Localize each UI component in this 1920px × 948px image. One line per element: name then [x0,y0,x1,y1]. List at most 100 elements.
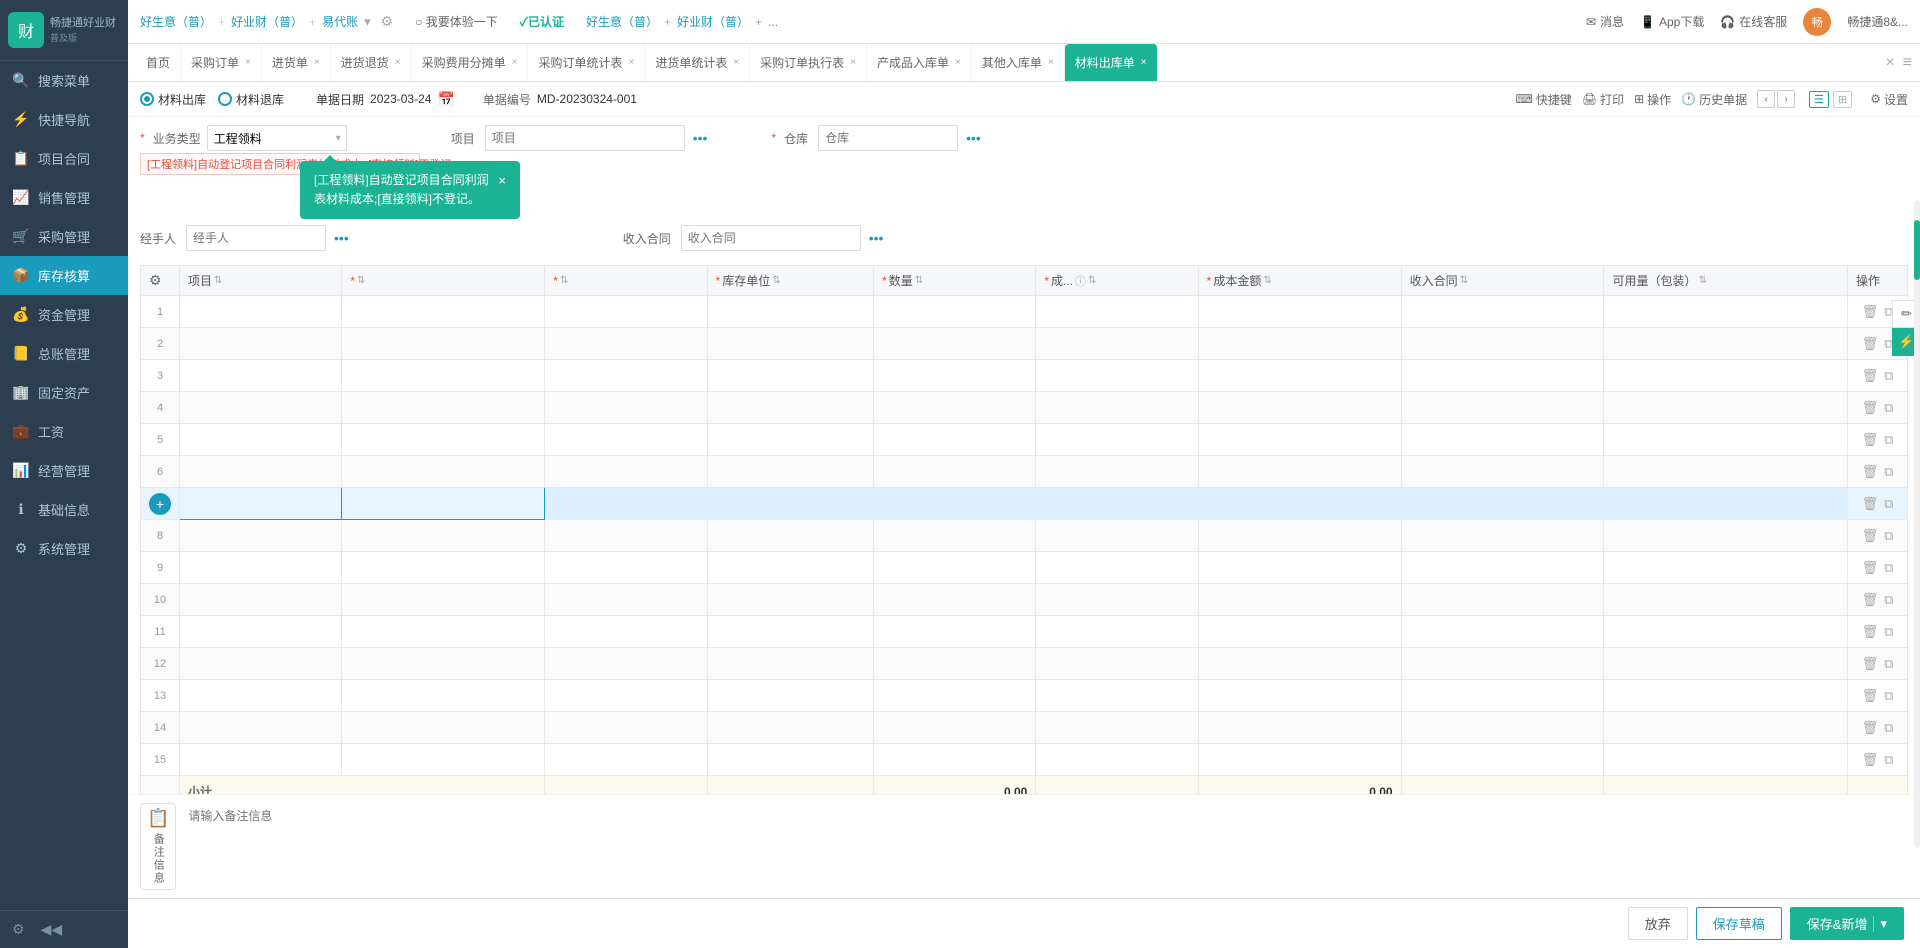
tooltip-close-btn[interactable]: × [498,171,506,192]
sidebar-item-inventory[interactable]: 📦 库存核算 [0,256,128,295]
warehouse-input[interactable] [818,125,958,151]
tab-purchase-exec[interactable]: 采购订单执行表 × [750,44,867,82]
history-btn[interactable]: 🕐 历史单据 [1681,91,1747,108]
sort-icon-spec[interactable]: ⇅ [560,275,568,286]
service-btn[interactable]: 🎧 在线客服 [1720,13,1787,30]
copy-icon[interactable]: ⧉ [1884,400,1893,416]
sidebar-item-contract[interactable]: 📋 项目合同 [0,139,128,178]
income-contract-dots[interactable]: ••• [869,230,884,246]
sort-icon-project[interactable]: ⇅ [214,275,222,286]
sidebar-item-search[interactable]: 🔍 搜索菜单 [0,61,128,100]
avatar[interactable]: 畅 [1803,8,1831,36]
copy-icon[interactable]: ⧉ [1884,368,1893,384]
business-type-input[interactable] [207,125,347,151]
copy-icon[interactable]: ⧉ [1884,720,1893,736]
copy-icon[interactable]: ⧉ [1884,752,1893,768]
topbar-settings[interactable]: ⚙ [381,13,394,30]
copy-icon[interactable]: ⧉ [1884,464,1893,480]
tab-close-material-outbound[interactable]: × [1141,57,1147,68]
income-contract-input[interactable] [681,225,861,251]
tab-purchase-expense[interactable]: 采购费用分摊单 × [412,44,529,82]
project-dots[interactable]: ••• [693,130,708,146]
tab-close-finished-goods[interactable]: × [955,57,961,68]
sort-icon-available[interactable]: ⇅ [1698,275,1706,286]
delete-icon[interactable]: 🗑 [1862,720,1879,736]
tab-close-all[interactable]: × [1885,54,1894,72]
settings-icon[interactable]: ⚙ [149,272,162,288]
tab-close-inbound-return[interactable]: × [395,57,401,68]
delete-icon[interactable]: 🗑 [1862,368,1879,384]
copy-icon[interactable]: ⧉ [1884,432,1893,448]
delete-icon[interactable]: 🗑 [1862,752,1879,768]
delete-icon[interactable]: 🗑 [1862,624,1879,640]
nav-next[interactable]: › [1777,90,1795,108]
tab-material-outbound[interactable]: 材料出库单 × [1065,44,1158,82]
copy-icon[interactable]: ⧉ [1884,592,1893,608]
calendar-icon[interactable]: 📅 [437,91,454,108]
delete-icon[interactable]: 🗑 [1862,304,1879,320]
delete-icon[interactable]: 🗑 [1862,592,1879,608]
topbar-finance2[interactable]: 好业财（普） [677,13,749,30]
delete-icon[interactable]: 🗑 [1862,464,1879,480]
sidebar-item-assets[interactable]: 🏢 固定资产 [0,373,128,412]
project-input[interactable] [485,125,685,151]
tab-close-inbound[interactable]: × [314,57,320,68]
add-row-btn[interactable]: + [149,493,171,515]
copy-icon[interactable]: ⧉ [1884,624,1893,640]
handler-input[interactable] [186,225,326,251]
sidebar-item-nav[interactable]: ⚡ 快捷导航 [0,100,128,139]
shortcut-btn[interactable]: ⌨ 快捷键 [1515,91,1571,108]
handler-dots[interactable]: ••• [334,230,349,246]
sidebar-item-management[interactable]: 📊 经营管理 [0,451,128,490]
tab-inbound[interactable]: 进货单 × [262,44,331,82]
tab-purchase-stats[interactable]: 采购订单统计表 × [528,44,645,82]
tab-inbound-stats[interactable]: 进货单统计表 × [645,44,750,82]
view-card[interactable]: ⊞ [1833,91,1852,108]
copy-icon[interactable]: ⧉ [1884,496,1893,512]
tab-close-purchase[interactable]: × [245,57,251,68]
delete-icon[interactable]: 🗑 [1862,688,1879,704]
save-new-btn[interactable]: 保存&新增 ▾ [1790,907,1904,940]
tab-close-purchase-stats[interactable]: × [628,57,634,68]
copy-icon[interactable]: ⧉ [1884,528,1893,544]
delete-icon[interactable]: 🗑 [1862,336,1879,352]
message-btn[interactable]: ✉ 消息 [1586,13,1624,30]
collapse-icon[interactable]: ◀◀ [41,921,63,938]
save-new-dropdown-icon[interactable]: ▾ [1873,916,1887,932]
app-download-btn[interactable]: 📱 App下载 [1640,13,1704,30]
delete-icon[interactable]: 🗑 [1862,400,1879,416]
tab-close-purchase-expense[interactable]: × [512,57,518,68]
sort-icon-cost[interactable]: ⇅ [1088,275,1096,286]
sort-icon-unit[interactable]: ⇅ [772,275,780,286]
sidebar-item-basicinfo[interactable]: ℹ 基础信息 [0,490,128,529]
radio-material-return[interactable]: 材料退库 [218,91,284,108]
tab-other-inbound[interactable]: 其他入库单 × [972,44,1065,82]
view-table[interactable]: ☰ [1809,91,1829,108]
save-draft-btn[interactable]: 保存草稿 [1696,907,1782,940]
topbar-link-1[interactable]: 好生意（普） [140,13,212,30]
ops-btn[interactable]: ⊞ 操作 [1634,91,1671,108]
delete-icon[interactable]: 🗑 [1862,432,1879,448]
nav-prev[interactable]: ‹ [1757,90,1775,108]
copy-icon[interactable]: ⧉ [1884,560,1893,576]
warehouse-dots[interactable]: ••• [966,130,981,146]
sidebar-item-salary[interactable]: 💼 工资 [0,412,128,451]
delete-icon[interactable]: 🗑 [1862,656,1879,672]
sort-icon-qty[interactable]: ⇅ [915,275,923,286]
tab-purchase-order[interactable]: 采购订单 × [181,44,262,82]
remarks-input[interactable] [184,803,1908,843]
sidebar-item-ledger[interactable]: 📒 总账管理 [0,334,128,373]
sort-icon-cost-amount[interactable]: ⇅ [1263,275,1271,286]
sidebar-item-sales[interactable]: 📈 销售管理 [0,178,128,217]
tab-finished-goods[interactable]: 产成品入库单 × [867,44,972,82]
sidebar-item-finance[interactable]: 💰 资金管理 [0,295,128,334]
topbar-trial[interactable]: ○ 我要体验一下 [415,13,498,30]
delete-icon[interactable]: 🗑 [1862,496,1879,512]
topbar-link-2[interactable]: 好业财（普） [231,13,303,30]
cost-info-icon[interactable]: ⓘ [1075,273,1086,289]
tab-close-other-inbound[interactable]: × [1048,57,1054,68]
sidebar-item-system[interactable]: ⚙ 系统管理 [0,529,128,568]
tab-close-inbound-stats[interactable]: × [733,57,739,68]
scrollbar-right[interactable] [1914,200,1920,848]
sort-icon-income[interactable]: ⇅ [1460,275,1468,286]
